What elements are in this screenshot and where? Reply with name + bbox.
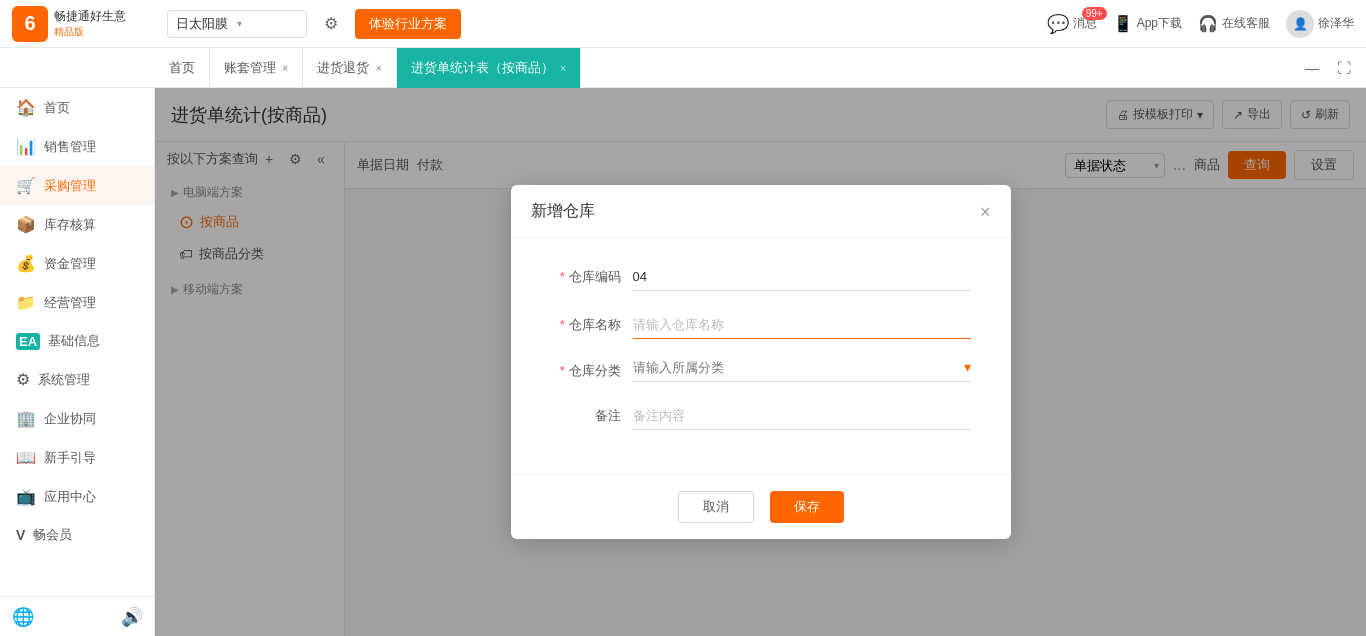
sidebar-item-sales[interactable]: 📊 销售管理 — [0, 127, 154, 166]
sidebar-item-guide[interactable]: 📖 新手引导 — [0, 438, 154, 477]
save-button[interactable]: 保存 — [770, 491, 844, 523]
sidebar-item-inventory[interactable]: 📦 库存核算 — [0, 205, 154, 244]
tab-maximize-icon[interactable]: ⛶ — [1330, 54, 1358, 82]
tab-home[interactable]: 首页 — [155, 48, 210, 88]
main-layout: 🏠 首页 📊 销售管理 🛒 采购管理 📦 库存核算 💰 资金管理 📁 经营管理 … — [0, 88, 1366, 636]
user-menu[interactable]: 👤 徐泽华 — [1286, 10, 1354, 38]
dialog-title: 新增仓库 — [531, 201, 595, 222]
category-select-wrap[interactable]: ▾ — [633, 359, 971, 382]
dialog-header: 新增仓库 × — [511, 185, 1011, 239]
dialog-body: 仓库编码 仓库名称 仓库分类 ▾ — [511, 239, 1011, 474]
sidebar-item-basic[interactable]: EA 基础信息 — [0, 322, 154, 360]
sidebar-item-apps[interactable]: 📺 应用中心 — [0, 477, 154, 516]
form-row-category: 仓库分类 ▾ — [551, 359, 971, 382]
form-row-name: 仓库名称 — [551, 311, 971, 339]
operation-icon: 📁 — [16, 293, 36, 312]
finance-icon: 💰 — [16, 254, 36, 273]
purchase-icon: 🛒 — [16, 176, 36, 195]
tab-purchase-return[interactable]: 进货退货 × — [303, 48, 396, 88]
form-row-remark: 备注 — [551, 402, 971, 430]
tab-actions: — ⛶ — [1298, 54, 1366, 82]
sales-icon: 📊 — [16, 137, 36, 156]
store-select[interactable]: 日太阳膜 ▾ — [167, 10, 307, 38]
sound-icon[interactable]: 🔊 — [121, 606, 143, 628]
close-icon[interactable]: × — [282, 62, 288, 74]
close-icon[interactable]: × — [560, 62, 566, 74]
close-icon[interactable]: × — [375, 62, 381, 74]
remark-label: 备注 — [551, 407, 621, 425]
apps-icon: 📺 — [16, 487, 36, 506]
tab-purchase-stats[interactable]: 进货单统计表（按商品） × — [397, 48, 581, 88]
avatar: 👤 — [1286, 10, 1314, 38]
logo-icon: 6 — [12, 6, 48, 42]
messages-button[interactable]: 💬 消息 99+ — [1047, 13, 1097, 35]
dialog-new-warehouse: 新增仓库 × 仓库编码 仓库名称 仓库 — [511, 185, 1011, 539]
sidebar: 🏠 首页 📊 销售管理 🛒 采购管理 📦 库存核算 💰 资金管理 📁 经营管理 … — [0, 88, 155, 636]
top-header: 6 畅捷通好生意 精品版 日太阳膜 ▾ ⚙ 体验行业方案 💬 消息 99+ 📱 … — [0, 0, 1366, 48]
sidebar-item-purchase[interactable]: 🛒 采购管理 — [0, 166, 154, 205]
content-area: 进货单统计(按商品) 🖨 按模板打印 ▾ ↗ 导出 ↺ 刷新 — [155, 88, 1366, 636]
enterprise-icon: 🏢 — [16, 409, 36, 428]
logo-area: 6 畅捷通好生意 精品版 — [12, 6, 167, 42]
tab-bar: 首页 账套管理 × 进货退货 × 进货单统计表（按商品） × — ⛶ — [0, 48, 1366, 88]
sidebar-item-home[interactable]: 🏠 首页 — [0, 88, 154, 127]
globe-icon[interactable]: 🌐 — [12, 606, 34, 628]
dialog-footer: 取消 保存 — [511, 474, 1011, 539]
vip-icon: V — [16, 527, 25, 543]
trial-button[interactable]: 体验行业方案 — [355, 9, 461, 39]
guide-icon: 📖 — [16, 448, 36, 467]
logo-text: 畅捷通好生意 精品版 — [54, 9, 126, 38]
tab-minimize-icon[interactable]: — — [1298, 54, 1326, 82]
name-input[interactable] — [633, 311, 971, 339]
sidebar-item-operation[interactable]: 📁 经营管理 — [0, 283, 154, 322]
name-label: 仓库名称 — [551, 316, 621, 334]
basic-icon: EA — [16, 333, 40, 350]
sidebar-item-enterprise[interactable]: 🏢 企业协同 — [0, 399, 154, 438]
settings-icon[interactable]: ⚙ — [315, 8, 347, 40]
home-icon: 🏠 — [16, 98, 36, 117]
code-label: 仓库编码 — [551, 268, 621, 286]
form-row-code: 仓库编码 — [551, 263, 971, 291]
remark-input[interactable] — [633, 402, 971, 430]
inventory-icon: 📦 — [16, 215, 36, 234]
dialog-close-button[interactable]: × — [980, 203, 991, 221]
cancel-button[interactable]: 取消 — [678, 491, 754, 523]
sidebar-item-vip[interactable]: V 畅会员 — [0, 516, 154, 554]
system-icon: ⚙ — [16, 370, 30, 389]
header-right: 💬 消息 99+ 📱 App下载 🎧 在线客服 👤 徐泽华 — [1047, 10, 1354, 38]
modal-overlay[interactable]: 新增仓库 × 仓库编码 仓库名称 仓库 — [155, 88, 1366, 636]
message-badge: 99+ — [1082, 7, 1107, 20]
app-download-button[interactable]: 📱 App下载 — [1113, 14, 1182, 33]
chevron-down-icon: ▾ — [237, 18, 294, 29]
tab-accounts[interactable]: 账套管理 × — [210, 48, 303, 88]
category-input[interactable] — [633, 360, 964, 375]
sidebar-bottom: 🌐 🔊 — [0, 596, 155, 636]
sidebar-item-finance[interactable]: 💰 资金管理 — [0, 244, 154, 283]
code-input[interactable] — [633, 263, 971, 291]
category-label: 仓库分类 — [551, 362, 621, 380]
online-service-button[interactable]: 🎧 在线客服 — [1198, 14, 1270, 33]
dropdown-arrow-icon: ▾ — [964, 359, 971, 375]
sidebar-item-system[interactable]: ⚙ 系统管理 — [0, 360, 154, 399]
